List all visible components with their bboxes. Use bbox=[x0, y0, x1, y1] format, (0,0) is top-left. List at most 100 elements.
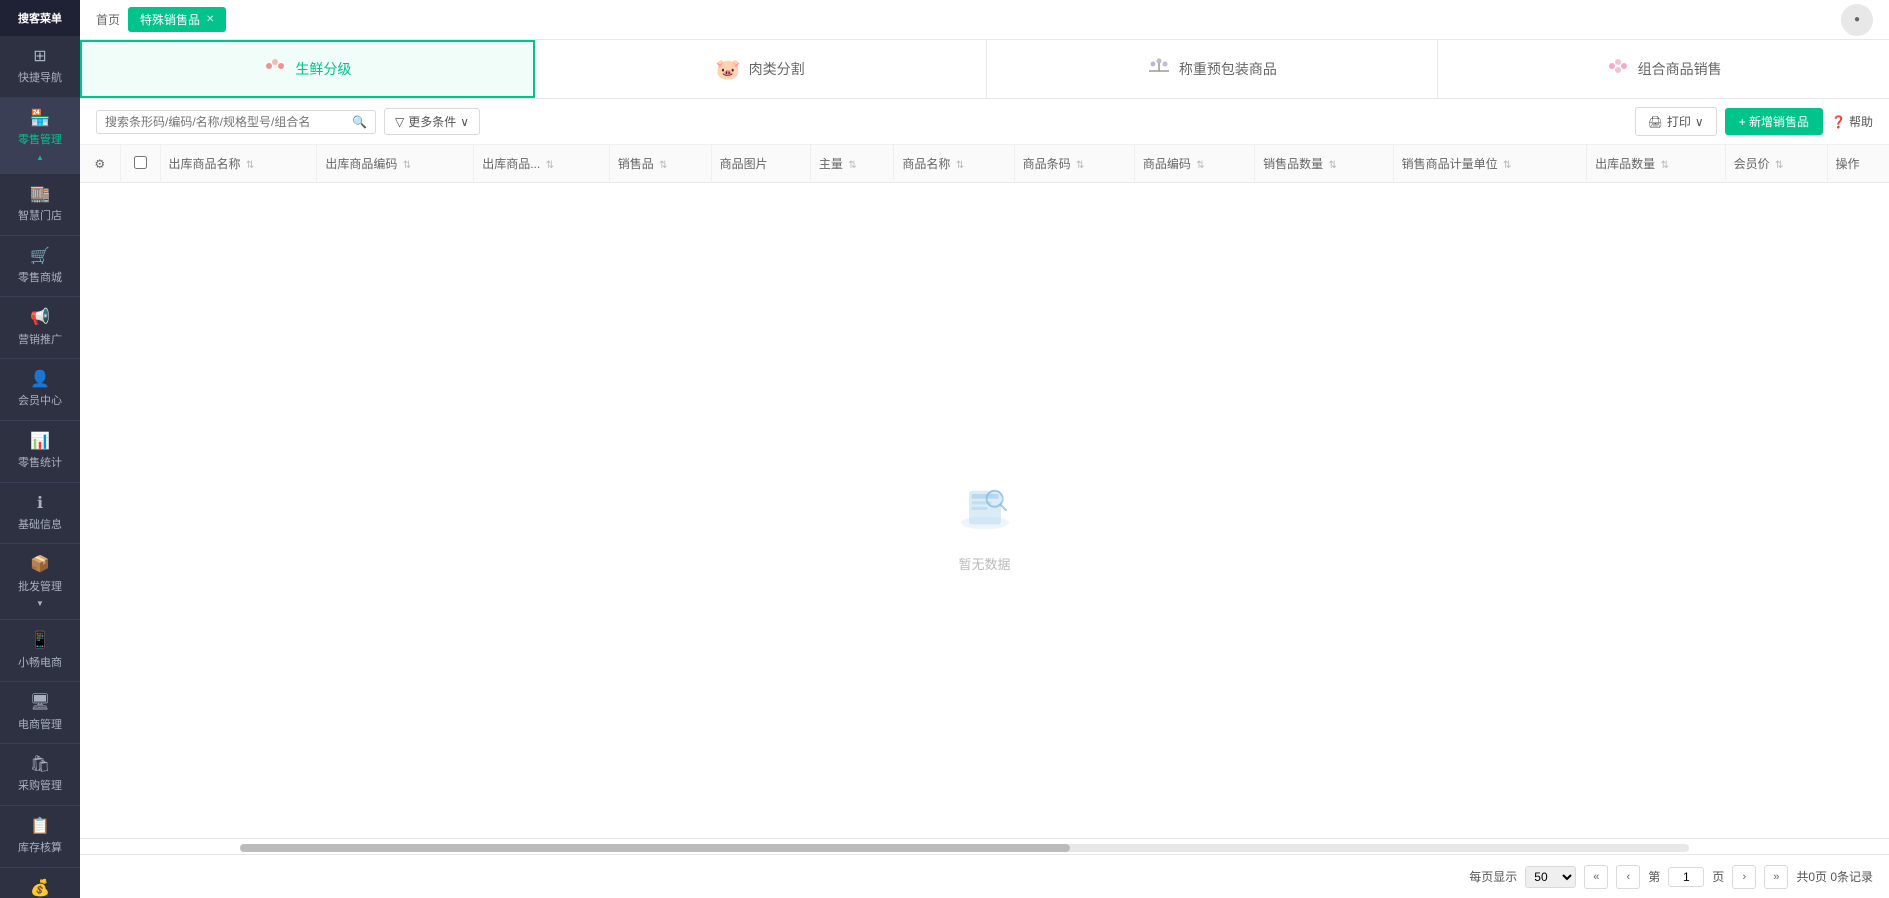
th-actions-label: 操作 bbox=[1836, 157, 1860, 171]
sidebar-item-label: 零售统计 bbox=[18, 456, 62, 471]
th-product-name[interactable]: 商品名称 ⇅ bbox=[894, 145, 1014, 183]
th-product-name-label: 商品名称 bbox=[902, 157, 950, 171]
table-header-row: ⚙ 出库商品名称 ⇅ 出库商品编码 ⇅ 出库商品... ⇅ bbox=[80, 145, 1889, 183]
filter-button[interactable]: ▽ 更多条件 ∨ bbox=[384, 108, 480, 135]
th-main-weight[interactable]: 主量 ⇅ bbox=[810, 145, 894, 183]
help-button[interactable]: ❓ 帮助 bbox=[1831, 113, 1873, 130]
th-product-img: 商品图片 bbox=[711, 145, 810, 183]
basic-info-icon: ℹ bbox=[37, 493, 43, 515]
first-page-button[interactable]: « bbox=[1584, 865, 1608, 889]
sidebar-item-retail-mall[interactable]: 🛒 零售商城 bbox=[0, 236, 80, 298]
sort-icon-out-name: ⇅ bbox=[246, 160, 254, 171]
per-page-label: 每页显示 bbox=[1469, 868, 1517, 885]
meat-icon: 🐷 bbox=[716, 57, 741, 82]
weight-icon bbox=[1147, 56, 1171, 82]
empty-state: 暂无数据 bbox=[945, 471, 1025, 572]
th-main-weight-label: 主量 bbox=[819, 157, 843, 171]
print-button[interactable]: 🖨 打印 ∨ bbox=[1635, 107, 1717, 136]
tab-meat[interactable]: 🐷 肉类分割 bbox=[535, 40, 987, 98]
th-out-code-label: 出库商品编码 bbox=[325, 157, 397, 171]
per-page-select[interactable]: 50 10 20 100 bbox=[1525, 866, 1576, 888]
topbar: 首页 特殊销售品 ✕ ● bbox=[80, 0, 1889, 40]
sidebar-item-sales-promo[interactable]: 📢 营销推广 bbox=[0, 297, 80, 359]
retail-mall-icon: 🛒 bbox=[30, 246, 50, 268]
sales-promo-icon: 📢 bbox=[30, 307, 50, 329]
sidebar-item-label: 会员中心 bbox=[18, 394, 62, 409]
sort-icon-out-qty: ⇅ bbox=[1660, 160, 1668, 171]
th-out-spec[interactable]: 出库商品... ⇅ bbox=[474, 145, 609, 183]
filter-icon: ▽ bbox=[395, 115, 404, 129]
sort-icon-member-price: ⇅ bbox=[1775, 160, 1783, 171]
retail-mgmt-icon: 🏪 bbox=[30, 108, 50, 130]
purchase-mgmt-icon: 🛍 bbox=[30, 754, 50, 776]
search-box[interactable]: 🔍 bbox=[96, 110, 376, 134]
th-barcode[interactable]: 商品条码 ⇅ bbox=[1014, 145, 1134, 183]
th-sale-qty[interactable]: 销售品数量 ⇅ bbox=[1255, 145, 1394, 183]
tab-weight[interactable]: 称重预包装商品 bbox=[987, 40, 1439, 98]
user-avatar[interactable]: ● bbox=[1841, 4, 1873, 36]
sidebar-item-basic-info[interactable]: ℹ 基础信息 bbox=[0, 483, 80, 545]
active-tab[interactable]: 特殊销售品 ✕ bbox=[128, 7, 226, 32]
prev-page-button[interactable]: ‹ bbox=[1616, 865, 1640, 889]
add-button[interactable]: + 新增销售品 bbox=[1725, 108, 1823, 135]
sidebar-item-member-center[interactable]: 👤 会员中心 bbox=[0, 359, 80, 421]
ecom-mgmt-icon: 🖥 bbox=[30, 692, 50, 714]
tab-fresh[interactable]: 生鲜分级 bbox=[80, 40, 535, 98]
combo-icon bbox=[1606, 56, 1630, 82]
total-info: 共0页 0条记录 bbox=[1796, 868, 1873, 885]
last-page-button[interactable]: » bbox=[1764, 865, 1788, 889]
th-member-price-label: 会员价 bbox=[1734, 157, 1770, 171]
th-sale-qty-label: 销售品数量 bbox=[1263, 157, 1323, 171]
sort-icon-out-code: ⇅ bbox=[403, 160, 411, 171]
th-sale-item[interactable]: 销售品 ⇅ bbox=[609, 145, 711, 183]
tab-weight-label: 称重预包装商品 bbox=[1179, 59, 1277, 79]
scroll-thumb[interactable] bbox=[240, 844, 1070, 852]
sidebar-item-retail-stats[interactable]: 📊 零售统计 bbox=[0, 421, 80, 483]
page-number-input[interactable] bbox=[1668, 867, 1704, 887]
th-out-qty[interactable]: 出库品数量 ⇅ bbox=[1587, 145, 1726, 183]
sidebar-item-label: 快捷导航 bbox=[18, 71, 62, 86]
th-sale-unit[interactable]: 销售商品计量单位 ⇅ bbox=[1393, 145, 1587, 183]
sort-icon-out-spec: ⇅ bbox=[546, 160, 554, 171]
horizontal-scrollbar[interactable] bbox=[80, 838, 1889, 854]
toolbar-right: 🖨 打印 ∨ + 新增销售品 ❓ 帮助 bbox=[1635, 107, 1873, 136]
filter-label: 更多条件 bbox=[408, 113, 456, 130]
tab-combo[interactable]: 组合商品销售 bbox=[1438, 40, 1889, 98]
select-all-checkbox[interactable] bbox=[134, 156, 147, 169]
sidebar-item-ecom-mgmt[interactable]: 🖥 电商管理 bbox=[0, 682, 80, 744]
page-label: 第 bbox=[1648, 868, 1660, 885]
search-input[interactable] bbox=[105, 115, 346, 129]
th-out-qty-label: 出库品数量 bbox=[1595, 157, 1655, 171]
sidebar-item-finance[interactable]: 💰 资金管理 bbox=[0, 868, 80, 898]
sidebar-item-mini-ecom[interactable]: 📱 小畅电商 bbox=[0, 620, 80, 682]
sidebar-item-inventory[interactable]: 📋 库存核算 bbox=[0, 806, 80, 868]
th-product-code[interactable]: 商品编码 ⇅ bbox=[1134, 145, 1254, 183]
th-product-img-label: 商品图片 bbox=[720, 157, 768, 171]
sidebar-item-quick-nav[interactable]: ⊞ 快捷导航 bbox=[0, 36, 80, 98]
tab-meat-label: 肉类分割 bbox=[749, 59, 805, 79]
tab-combo-label: 组合商品销售 bbox=[1638, 59, 1722, 79]
th-out-code[interactable]: 出库商品编码 ⇅ bbox=[317, 145, 474, 183]
sidebar-item-label: 小畅电商 bbox=[18, 656, 62, 671]
sidebar-item-wholesale-mgmt[interactable]: 📦 批发管理 ▼ bbox=[0, 544, 80, 620]
sort-icon-sale-qty: ⇅ bbox=[1328, 160, 1336, 171]
sidebar-logo: 搜客菜单 bbox=[0, 0, 80, 36]
next-page-button[interactable]: › bbox=[1732, 865, 1756, 889]
pagination: 每页显示 50 10 20 100 « ‹ 第 页 › » 共0页 0条记录 bbox=[80, 854, 1889, 898]
th-checkbox[interactable] bbox=[120, 145, 160, 183]
sidebar-item-smart-store[interactable]: 🏬 智慧门店 bbox=[0, 174, 80, 236]
sidebar-item-label: 采购管理 bbox=[18, 779, 62, 794]
sidebar: 搜客菜单 ⊞ 快捷导航 🏪 零售管理 ▲ 🏬 智慧门店 🛒 零售商城 📢 营销推… bbox=[0, 0, 80, 898]
th-member-price[interactable]: 会员价 ⇅ bbox=[1725, 145, 1827, 183]
sidebar-item-retail-mgmt[interactable]: 🏪 零售管理 ▲ bbox=[0, 98, 80, 174]
home-link[interactable]: 首页 bbox=[96, 11, 120, 28]
tab-label: 特殊销售品 bbox=[140, 11, 200, 28]
empty-illustration bbox=[945, 471, 1025, 541]
tab-fresh-label: 生鲜分级 bbox=[295, 59, 351, 79]
th-settings[interactable]: ⚙ bbox=[80, 145, 120, 183]
th-out-name[interactable]: 出库商品名称 ⇅ bbox=[160, 145, 317, 183]
sidebar-item-purchase-mgmt[interactable]: 🛍 采购管理 bbox=[0, 744, 80, 806]
close-tab-icon[interactable]: ✕ bbox=[206, 14, 214, 25]
category-tabs: 生鲜分级 🐷 肉类分割 称重预包装商品 bbox=[80, 40, 1889, 99]
toolbar: 🔍 ▽ 更多条件 ∨ 🖨 打印 ∨ + 新增销售品 ❓ 帮助 bbox=[80, 99, 1889, 145]
